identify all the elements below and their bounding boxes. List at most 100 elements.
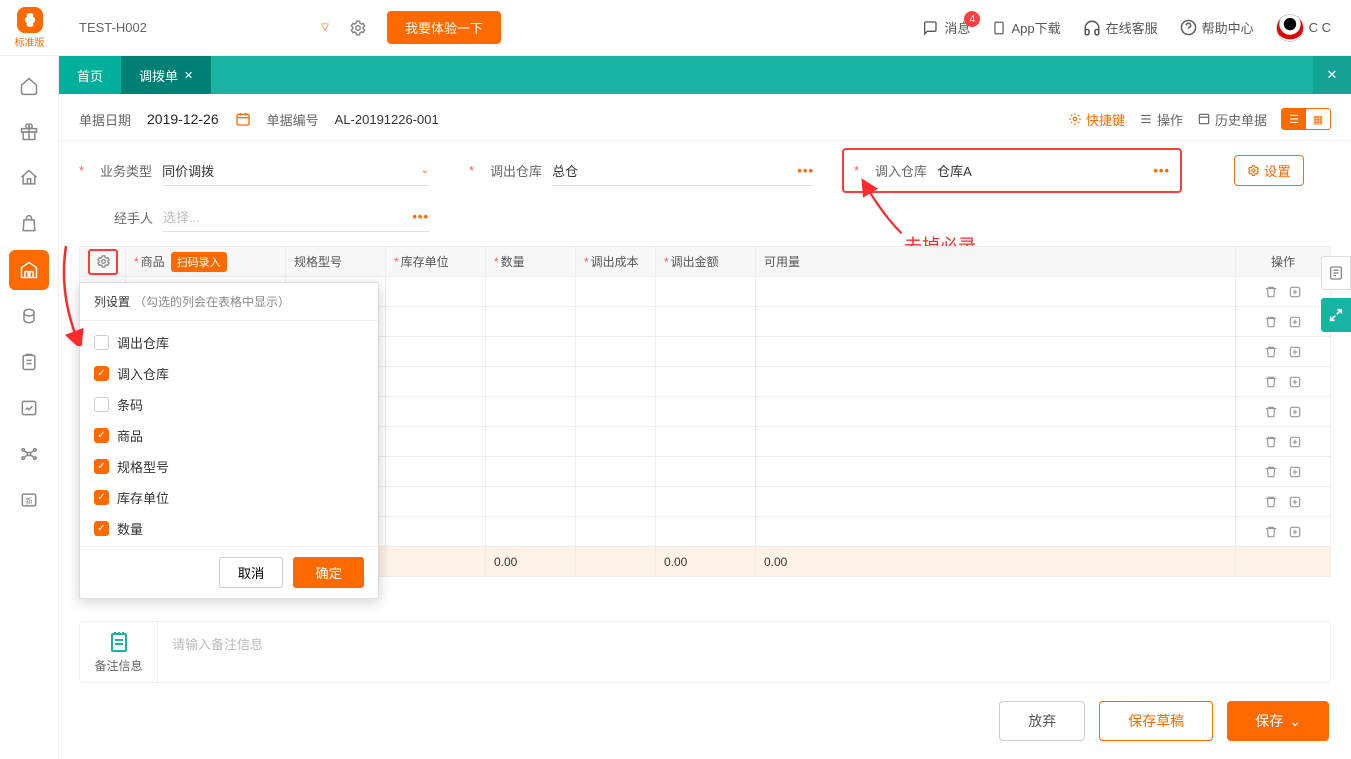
delete-icon[interactable] [1264,375,1278,389]
tab-transfer-order[interactable]: 调拨单 ✕ [121,56,211,94]
more-icon[interactable]: ••• [412,209,429,224]
delete-icon[interactable] [1264,435,1278,449]
operate-link[interactable]: 操作 [1139,110,1183,129]
insert-icon[interactable] [1288,465,1302,479]
help-center-link[interactable]: 帮助中心 [1180,18,1254,37]
delete-icon[interactable] [1264,315,1278,329]
col-available: 可用量 [756,247,1236,277]
insert-icon[interactable] [1288,495,1302,509]
insert-icon[interactable] [1288,285,1302,299]
checkbox-icon[interactable]: ✓ [94,459,109,474]
checkbox-icon[interactable]: ✓ [94,428,109,443]
column-option[interactable]: ✓商品 [80,420,378,451]
sidebar-money-icon[interactable] [9,296,49,336]
insert-icon[interactable] [1288,435,1302,449]
scan-entry-button[interactable]: 扫码录入 [171,252,227,272]
in-warehouse-field[interactable]: * 调入仓库 仓库A ••• 去掉必录 [854,156,1234,185]
insert-icon[interactable] [1288,315,1302,329]
more-icon[interactable]: ••• [797,163,814,178]
cancel-button[interactable]: 取消 [219,557,284,588]
handler-field[interactable]: 经手人 选择... ••• [79,202,469,232]
action-bar: 放弃 保存草稿 保存 ⌄ [59,683,1351,759]
checkbox-icon[interactable]: ✓ [94,490,109,505]
column-option-label: 库存单位 [117,488,169,507]
docno-label: 单据编号 [267,110,319,129]
help-center-label: 帮助中心 [1202,18,1254,37]
save-draft-button[interactable]: 保存草稿 [1099,701,1213,741]
chevron-down-icon: ⌄ [421,165,429,176]
sidebar-gift-icon[interactable] [9,112,49,152]
insert-icon[interactable] [1288,525,1302,539]
sidebar-clip-icon[interactable] [9,342,49,382]
column-option[interactable]: ✓规格型号 [80,451,378,482]
checkbox-icon[interactable]: ✓ [94,521,109,536]
logo[interactable]: 标准版 [0,7,59,49]
sidebar-tag-icon[interactable] [9,158,49,198]
settings-button[interactable]: 设置 [1234,155,1304,186]
top-header: 标准版 TEST-H002 ▽ 我要体验一下 消息 4 App下载 在线客服 帮… [0,0,1351,56]
date-value[interactable]: 2019-12-26 [147,111,219,127]
sidebar-new-icon[interactable]: 新 [9,480,49,520]
calendar-icon[interactable] [235,111,251,127]
close-all-tabs[interactable]: ✕ [1313,56,1351,94]
checkbox-icon[interactable] [94,335,109,350]
insert-icon[interactable] [1288,375,1302,389]
discard-button[interactable]: 放弃 [999,701,1085,741]
col-unit: *库存单位 [386,247,486,277]
col-out-cost: *调出成本 [576,247,656,277]
app-download-link[interactable]: App下载 [992,18,1060,37]
col-spec: 规格型号 [286,247,386,277]
column-option-label: 调入仓库 [117,364,169,383]
float-expand-icon[interactable] [1321,298,1351,332]
user-profile[interactable]: C C [1276,14,1331,42]
sidebar-warehouse-icon[interactable] [9,250,49,290]
messages-badge: 4 [964,11,980,27]
online-service-link[interactable]: 在线客服 [1083,18,1158,37]
tab-home[interactable]: 首页 [59,56,121,94]
column-option[interactable]: ✓ 调入仓库 [80,358,378,389]
delete-icon[interactable] [1264,345,1278,359]
left-sidebar: 新 [0,56,59,759]
remark-input[interactable]: 请输入备注信息 [158,622,1330,682]
column-option-label: 条码 [117,395,143,414]
delete-icon[interactable] [1264,405,1278,419]
biz-type-field[interactable]: * 业务类型 同价调拨 ⌄ [79,156,469,186]
sidebar-bag-icon[interactable] [9,204,49,244]
out-warehouse-field[interactable]: * 调出仓库 总仓 ••• [469,156,854,186]
messages-link[interactable]: 消息 4 [921,18,970,37]
delete-icon[interactable] [1264,465,1278,479]
column-option[interactable]: ✓数量 [80,513,378,544]
float-notes-icon[interactable] [1321,256,1351,290]
delete-icon[interactable] [1264,525,1278,539]
delete-icon[interactable] [1264,495,1278,509]
gear-icon[interactable] [349,19,367,37]
close-icon[interactable]: ✕ [184,69,193,82]
list-view-icon[interactable]: ☰ [1282,109,1306,129]
more-icon[interactable]: ••• [1153,163,1170,178]
checkbox-icon[interactable]: ✓ [94,366,109,381]
store-selector[interactable]: TEST-H002 ▽ [79,13,329,43]
delete-icon[interactable] [1264,285,1278,299]
column-option[interactable]: 调出仓库 [80,327,378,358]
sidebar-network-icon[interactable] [9,434,49,474]
sidebar-home-icon[interactable] [9,66,49,106]
trial-button[interactable]: 我要体验一下 [387,11,501,44]
grid-view-icon[interactable]: ▦ [1306,109,1330,129]
column-settings-header[interactable] [80,247,126,277]
save-button[interactable]: 保存 ⌄ [1227,701,1329,741]
column-option[interactable]: 条码 [80,389,378,420]
chevron-down-icon: ▽ [321,22,329,33]
shortcut-link[interactable]: 快捷键 [1068,110,1125,129]
insert-icon[interactable] [1288,405,1302,419]
confirm-button[interactable]: 确定 [293,557,364,588]
col-ops: 操作 [1236,247,1331,277]
popup-title: 列设置（勾选的列会在表格中显示） [80,283,378,321]
column-option[interactable]: ✓ 库存单位 [80,482,378,513]
view-toggle[interactable]: ☰ ▦ [1281,108,1331,130]
insert-icon[interactable] [1288,345,1302,359]
sidebar-report-icon[interactable] [9,388,49,428]
checkbox-icon[interactable] [94,397,109,412]
logo-icon [17,7,43,33]
history-link[interactable]: 历史单据 [1197,110,1267,129]
svg-text:新: 新 [25,495,33,505]
